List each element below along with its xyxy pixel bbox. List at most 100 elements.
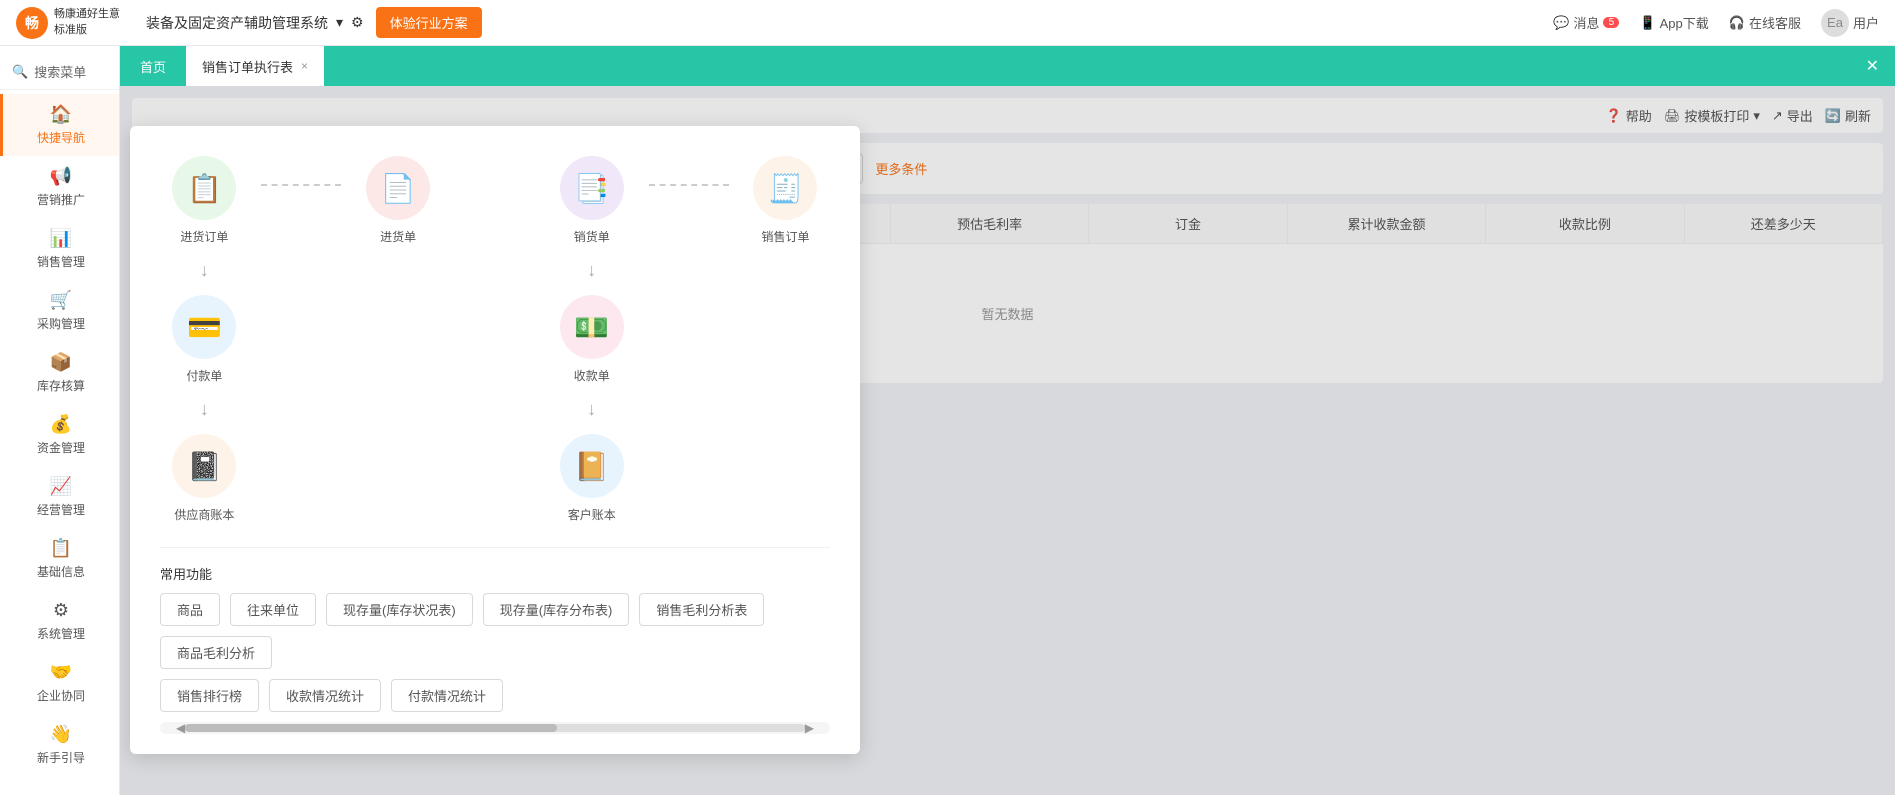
page-content: ❓ 帮助 🖨 按模板打印 ▾ ↗ 导出 🔄 刷新 (120, 86, 1895, 795)
logo-area: 畅 畅康通好生意 标准版 (16, 7, 136, 39)
search-menu-item[interactable]: 🔍 搜索菜单 (0, 54, 119, 90)
supplier-account-label: 供应商账本 (174, 506, 234, 523)
user-item[interactable]: Ea 用户 (1821, 9, 1879, 37)
supplier-account-node[interactable]: 📓 供应商账本 (172, 434, 236, 523)
sale-order-circle: 🧾 (753, 156, 817, 220)
finance-icon: 💰 (50, 414, 72, 435)
tab-active[interactable]: 销售订单执行表 × (186, 46, 324, 86)
sale-h-arrow (649, 184, 729, 186)
headset-icon: 🎧 (1729, 15, 1745, 31)
sidebar-item-system[interactable]: ⚙ 系统管理 (0, 590, 119, 652)
home-icon: 🏠 (50, 104, 72, 125)
sidebar-item-marketing[interactable]: 📢 营销推广 (0, 156, 119, 218)
payment-circle: 💳 (172, 295, 236, 359)
logo-text: 畅康通好生意 标准版 (54, 7, 120, 38)
sidebar-item-quick-nav[interactable]: 🏠 快捷导航 (0, 94, 119, 156)
trial-button[interactable]: 体验行业方案 (376, 7, 482, 38)
enterprise-icon: 🤝 (50, 662, 72, 683)
scroll-track[interactable] (185, 724, 805, 732)
payment-node[interactable]: 💳 付款单 (172, 295, 236, 384)
app-download-item[interactable]: 📱 App下载 (1639, 13, 1708, 32)
message-item[interactable]: 💬 消息 5 (1553, 13, 1619, 32)
func-btn-stock-status[interactable]: 现存量(库存状况表) (326, 593, 473, 626)
mobile-icon: 📱 (1639, 15, 1655, 31)
receipt-label: 收款单 (574, 367, 610, 384)
system-icon: ⚙ (53, 600, 69, 621)
func-btns-row2: 销售排行榜 收款情况统计 付款情况统计 (160, 679, 830, 712)
func-btn-stock-dist[interactable]: 现存量(库存分布表) (483, 593, 630, 626)
purchase-receipt-node[interactable]: 📄 进货单 (366, 156, 430, 245)
sales-icon: 📊 (50, 228, 72, 249)
purchase-receipt-circle: 📄 (366, 156, 430, 220)
tab-close-icon[interactable]: × (301, 59, 308, 73)
receipt-node[interactable]: 💵 收款单 (560, 295, 624, 384)
supplier-circle: 📓 (172, 434, 236, 498)
app-logo-icon: 畅 (16, 7, 48, 39)
purchase-order-label: 进货订单 (180, 228, 228, 245)
payment-label: 付款单 (186, 367, 222, 384)
func-btns-row1: 商品 往来单位 现存量(库存状况表) 现存量(库存分布表) 销售毛利分析表 商品… (160, 593, 830, 669)
tab-bar-close-btn[interactable]: ✕ (1850, 56, 1895, 76)
system-title-area: 装备及固定资产辅助管理系统 ▾ ⚙ (146, 13, 364, 33)
sidebar-item-purchase[interactable]: 🛒 采购管理 (0, 280, 119, 342)
search-icon: 🔍 (12, 64, 28, 80)
h-arrow-sale (649, 156, 729, 186)
title-dropdown-icon[interactable]: ▾ (336, 14, 343, 31)
down-arrow-icon3: ↓ (587, 261, 596, 279)
header-right: 💬 消息 5 📱 App下载 🎧 在线客服 Ea 用户 (1553, 9, 1879, 37)
func-btn-product[interactable]: 商品 (160, 593, 220, 626)
sidebar: 🔍 搜索菜单 🏠 快捷导航 📢 营销推广 📊 销售管理 🛒 采购管理 📦 库存核… (0, 46, 120, 795)
top-header: 畅 畅康通好生意 标准版 装备及固定资产辅助管理系统 ▾ ⚙ 体验行业方案 💬 … (0, 0, 1895, 46)
sidebar-item-enterprise[interactable]: 🤝 企业协同 (0, 652, 119, 714)
newcomer-icon: 👋 (50, 724, 72, 745)
purchase-receipt-label: 进货单 (380, 228, 416, 245)
sidebar-item-sales[interactable]: 📊 销售管理 (0, 218, 119, 280)
modal-overlay[interactable]: 📋 进货订单 ↓ 💳 (120, 86, 1895, 795)
main-layout: 🔍 搜索菜单 🏠 快捷导航 📢 营销推广 📊 销售管理 🛒 采购管理 📦 库存核… (0, 46, 1895, 795)
sale-order-node[interactable]: 🧾 销售订单 (753, 156, 817, 245)
func-btn-contacts[interactable]: 往来单位 (230, 593, 316, 626)
system-title-text: 装备及固定资产辅助管理系统 (146, 13, 328, 33)
arrow-to-customer: ↓ (587, 400, 596, 418)
sale-receipt-circle: 📑 (560, 156, 624, 220)
marketing-icon: 📢 (50, 166, 72, 187)
sidebar-item-basic-info[interactable]: 📋 基础信息 (0, 528, 119, 590)
sidebar-item-inventory[interactable]: 📦 库存核算 (0, 342, 119, 404)
customer-circle: 📔 (560, 434, 624, 498)
common-functions-title: 常用功能 (160, 564, 830, 583)
sidebar-item-finance[interactable]: 💰 资金管理 (0, 404, 119, 466)
tab-home[interactable]: 首页 (120, 46, 186, 86)
online-service-item[interactable]: 🎧 在线客服 (1729, 13, 1801, 32)
scroll-left-arrow[interactable]: ◀ (176, 721, 185, 735)
func-btn-product-profit[interactable]: 商品毛利分析 (160, 636, 272, 669)
down-arrow-icon: ↓ (200, 261, 209, 279)
message-icon: 💬 (1553, 15, 1569, 31)
customer-account-node[interactable]: 📔 客户账本 (560, 434, 624, 523)
sidebar-item-newcomer[interactable]: 👋 新手引导 (0, 714, 119, 776)
arrow-to-supplier: ↓ (200, 400, 209, 418)
sale-receipt-node[interactable]: 📑 销货单 (560, 156, 624, 245)
sidebar-item-operations[interactable]: 📈 经营管理 (0, 466, 119, 528)
purchase-h-arrow (261, 184, 341, 186)
func-btn-sales-rank[interactable]: 销售排行榜 (160, 679, 259, 712)
purchase-order-node[interactable]: 📋 进货订单 (172, 156, 236, 245)
func-btn-sales-profit[interactable]: 销售毛利分析表 (639, 593, 764, 626)
down-arrow-icon2: ↓ (200, 400, 209, 418)
operations-icon: 📈 (50, 476, 72, 497)
sale-receipt-column: 📑 销货单 ↓ 💵 (560, 156, 624, 523)
scroll-thumb (185, 724, 557, 732)
arrow-to-payment: ↓ (200, 261, 209, 279)
flow-diagram: 📋 进货订单 ↓ 💳 (160, 156, 830, 523)
settings-icon[interactable]: ⚙ (351, 14, 364, 31)
tab-bar: 首页 销售订单执行表 × ✕ (120, 46, 1895, 86)
common-functions-section: 常用功能 商品 往来单位 现存量(库存状况表) 现存量(库存分布表) 销售毛利分… (160, 547, 830, 734)
scroll-right-arrow[interactable]: ▶ (805, 721, 814, 735)
func-btn-payment-stats[interactable]: 付款情况统计 (391, 679, 503, 712)
sale-order-label: 销售订单 (761, 228, 809, 245)
inventory-icon: 📦 (50, 352, 72, 373)
sale-order-column: 🧾 销售订单 (753, 156, 817, 245)
customer-account-label: 客户账本 (568, 506, 616, 523)
func-btn-receipt-stats[interactable]: 收款情况统计 (269, 679, 381, 712)
modal-box: 📋 进货订单 ↓ 💳 (130, 126, 860, 754)
purchase-flow-column: 📋 进货订单 ↓ 💳 (172, 156, 236, 523)
